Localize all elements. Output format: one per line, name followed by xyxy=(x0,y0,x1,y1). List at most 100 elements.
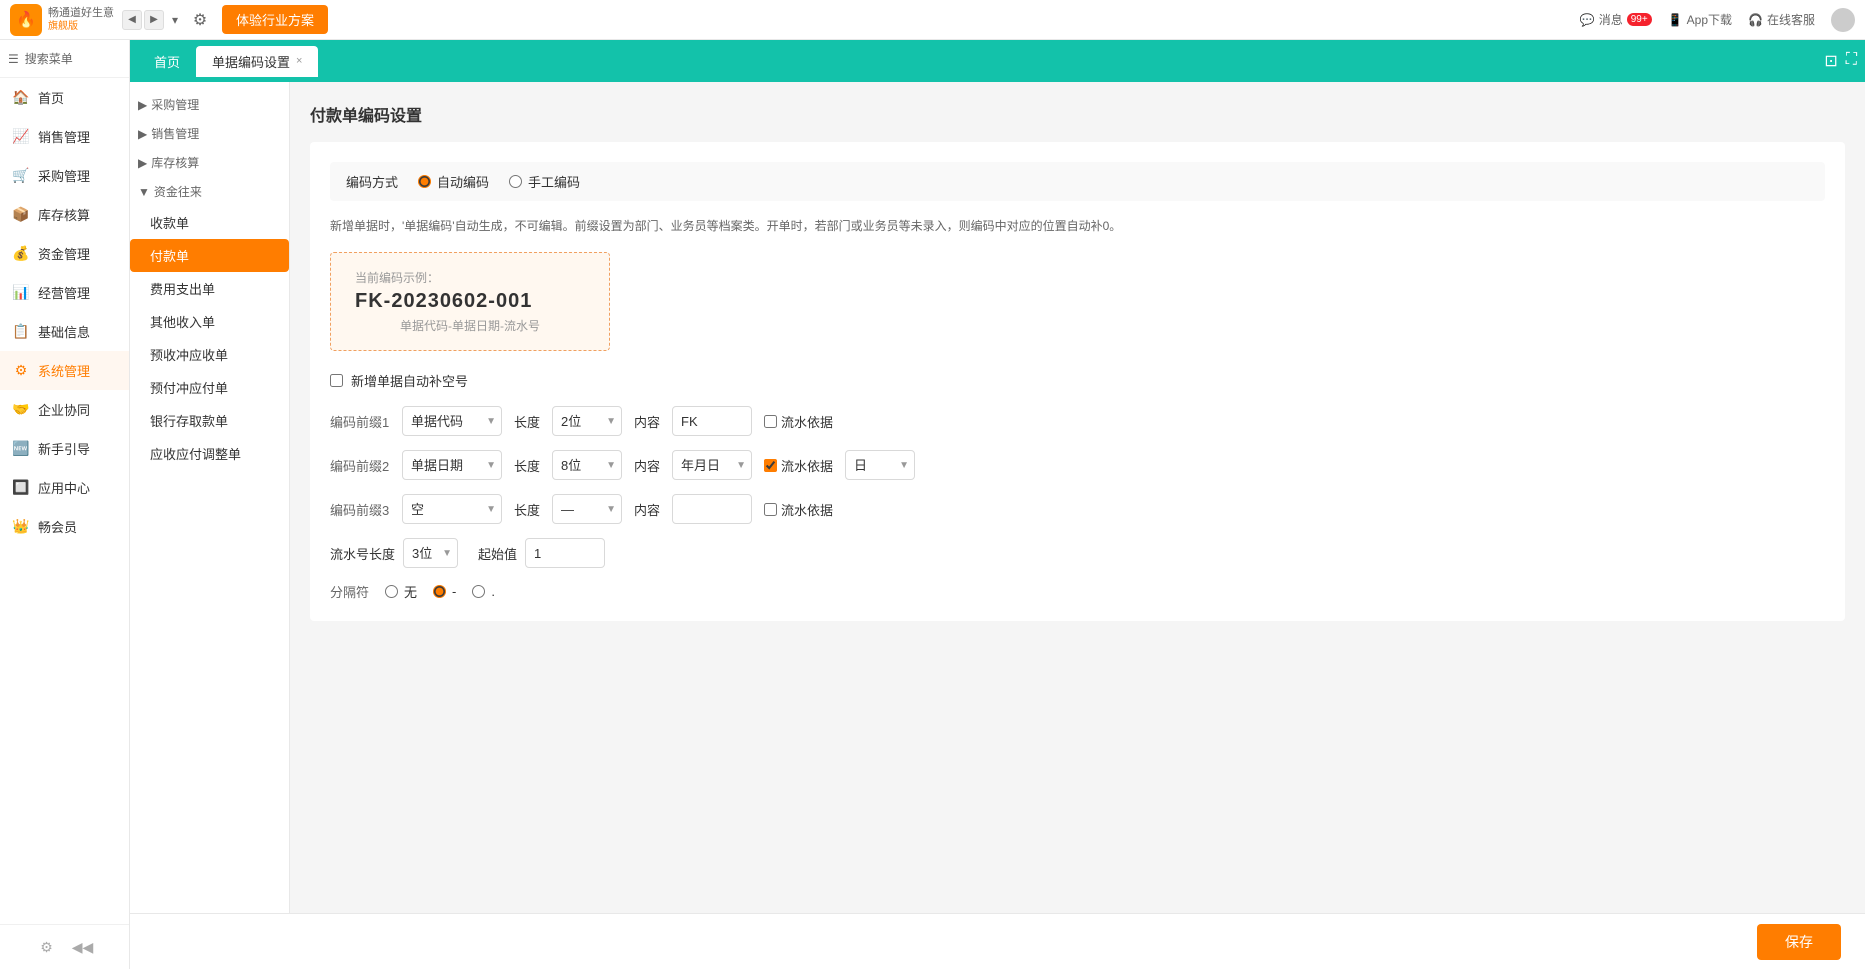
top-bar-left: 🔥 畅通道好生意 旗舰版 ◀ ▶ ▾ ⚙ 体验行业方案 xyxy=(10,4,328,36)
sub-group-capital[interactable]: ▼ 资金往来 xyxy=(130,177,289,206)
collapse-sidebar-btn[interactable]: ◀◀ xyxy=(69,933,97,961)
tab-active[interactable]: 单据编码设置 × xyxy=(196,46,318,77)
collab-icon: 🤝 xyxy=(12,401,30,419)
prefix1-serial-label: 流水依据 xyxy=(764,412,833,431)
online-service-item[interactable]: 🎧 在线客服 xyxy=(1748,11,1815,28)
brand: 🔥 畅通道好生意 旗舰版 xyxy=(10,4,114,36)
bottom-bar: 保存 xyxy=(130,913,1865,969)
sep-none-radio[interactable] xyxy=(385,585,398,598)
prefix2-select[interactable]: 单据日期 部门 业务员 xyxy=(402,450,502,480)
prefix3-select[interactable]: 空 单据代码 部门 xyxy=(402,494,502,524)
content-area: 首页 单据编码设置 × ⊡ ⛶ ▶ 采购管理 ▶ 销售管理 xyxy=(130,40,1865,969)
manual-code-radio[interactable] xyxy=(509,175,522,188)
save-button[interactable]: 保存 xyxy=(1757,924,1841,960)
sep-dot-option[interactable]: . xyxy=(472,584,495,599)
sidebar-item-system[interactable]: ⚙ 系统管理 xyxy=(0,351,129,390)
messages-badge: 99+ xyxy=(1627,13,1652,26)
manual-code-option[interactable]: 手工编码 xyxy=(509,172,580,191)
prefix1-length-select[interactable]: 2位 3位 4位 xyxy=(552,406,622,436)
auto-fill-checkbox[interactable] xyxy=(330,374,343,387)
separator-row: 分隔符 无 - . xyxy=(330,582,1825,601)
sub-nav-ar-adjust[interactable]: 应收应付调整单 xyxy=(130,437,289,470)
sidebar-item-member[interactable]: 👑 畅会员 xyxy=(0,507,129,546)
sub-nav-expense[interactable]: 费用支出单 xyxy=(130,272,289,305)
encoding-method-group: 编码方式 自动编码 手工编码 xyxy=(330,162,1825,201)
prefix1-serial-checkbox[interactable] xyxy=(764,415,777,428)
prefix1-content-input[interactable] xyxy=(672,406,752,436)
prefix1-select[interactable]: 单据代码 部门 业务员 xyxy=(402,406,502,436)
sep-dot-radio[interactable] xyxy=(472,585,485,598)
sub-nav-payment[interactable]: 付款单 xyxy=(130,239,289,272)
prefix2-length-label: 长度 xyxy=(514,456,540,475)
prefix3-serial-label: 流水依据 xyxy=(764,500,833,519)
tab-expand-icon[interactable]: ⊡ xyxy=(1824,51,1837,71)
sidebar-item-apps[interactable]: 🔲 应用中心 xyxy=(0,468,129,507)
start-value-input[interactable] xyxy=(525,538,605,568)
serial-length-select[interactable]: 3位 4位 5位 xyxy=(403,538,458,568)
prefix2-serial-label: 流水依据 xyxy=(764,456,833,475)
sub-nav-bank[interactable]: 银行存取款单 xyxy=(130,404,289,437)
tab-close-icon[interactable]: × xyxy=(296,55,302,67)
prefix2-serial-unit-select[interactable]: 日 月 年 xyxy=(845,450,915,480)
search-menu[interactable]: ☰ 搜索菜单 xyxy=(0,40,129,78)
tab-fullscreen-icon[interactable]: ⛶ xyxy=(1846,51,1857,71)
sidebar-item-inventory[interactable]: 📦 库存核算 xyxy=(0,195,129,234)
sub-group-purchase-arrow: ▶ xyxy=(138,98,147,112)
app-download-item[interactable]: 📱 App下载 xyxy=(1668,11,1732,28)
sep-dash-option[interactable]: - xyxy=(433,584,456,599)
prefix1-label: 编码前缀1 xyxy=(330,412,390,431)
main-content: 付款单编码设置 编码方式 自动编码 手工编码 xyxy=(290,82,1865,913)
sidebar: ☰ 搜索菜单 🏠 首页 📈 销售管理 🛒 采购管理 📦 库存核算 💰 资金管理 … xyxy=(0,40,130,969)
prefix3-label: 编码前缀3 xyxy=(330,500,390,519)
sub-nav-advance-recv[interactable]: 预收冲应收单 xyxy=(130,338,289,371)
sub-group-inventory[interactable]: ▶ 库存核算 xyxy=(130,148,289,177)
sep-none-option[interactable]: 无 xyxy=(385,582,417,601)
sub-group-sales[interactable]: ▶ 销售管理 xyxy=(130,119,289,148)
messages-item[interactable]: 💬 消息 99+ xyxy=(1580,11,1652,28)
prefix3-length-select[interactable]: — xyxy=(552,494,622,524)
sep-dash-radio[interactable] xyxy=(433,585,446,598)
sidebar-item-base[interactable]: 📋 基础信息 xyxy=(0,312,129,351)
prefix2-serial-checkbox[interactable] xyxy=(764,459,777,472)
brand-text: 畅通道好生意 旗舰版 xyxy=(48,6,114,33)
auto-code-option[interactable]: 自动编码 xyxy=(418,172,489,191)
nav-arrows: ◀ ▶ xyxy=(122,10,164,30)
top-bar: 🔥 畅通道好生意 旗舰版 ◀ ▶ ▾ ⚙ 体验行业方案 💬 消息 99+ 📱 A… xyxy=(0,0,1865,40)
gear-button[interactable]: ⚙ xyxy=(186,6,214,34)
preview-desc: 单据代码-单据日期-流水号 xyxy=(355,317,585,334)
user-avatar[interactable] xyxy=(1831,8,1855,32)
sub-group-purchase[interactable]: ▶ 采购管理 xyxy=(130,90,289,119)
tab-home[interactable]: 首页 xyxy=(138,46,196,77)
prefix3-length-wrapper: — ▼ xyxy=(552,494,622,524)
guide-icon: 🆕 xyxy=(12,440,30,458)
prefix2-length-select[interactable]: 6位 8位 10位 xyxy=(552,450,622,480)
prefix1-length-label: 长度 xyxy=(514,412,540,431)
sub-nav-receipt[interactable]: 收款单 xyxy=(130,206,289,239)
sidebar-item-sales[interactable]: 📈 销售管理 xyxy=(0,117,129,156)
prefix2-content-select[interactable]: 年月日 年月 年 xyxy=(672,450,752,480)
sidebar-item-collab[interactable]: 🤝 企业协同 xyxy=(0,390,129,429)
nav-forward[interactable]: ▶ xyxy=(144,10,164,30)
sidebar-item-purchase[interactable]: 🛒 采购管理 xyxy=(0,156,129,195)
prefix3-serial-checkbox[interactable] xyxy=(764,503,777,516)
sub-nav-advance-pay[interactable]: 预付冲应付单 xyxy=(130,371,289,404)
sidebar-item-finance[interactable]: 💰 资金管理 xyxy=(0,234,129,273)
prefix2-content-label: 内容 xyxy=(634,456,660,475)
prefix2-serial-unit-wrapper: 日 月 年 ▼ xyxy=(845,450,915,480)
sidebar-item-home[interactable]: 🏠 首页 xyxy=(0,78,129,117)
prefix3-content-input[interactable] xyxy=(672,494,752,524)
serial-length-item: 流水号长度 3位 4位 5位 ▼ xyxy=(330,538,458,568)
prefix1-content-label: 内容 xyxy=(634,412,660,431)
prefix3-select-wrapper: 空 单据代码 部门 ▼ xyxy=(402,494,502,524)
nav-dropdown-icon[interactable]: ▾ xyxy=(172,13,178,27)
prefix2-length-wrapper: 6位 8位 10位 ▼ xyxy=(552,450,622,480)
nav-back[interactable]: ◀ xyxy=(122,10,142,30)
settings-bottom-btn[interactable]: ⚙ xyxy=(33,933,61,961)
sidebar-item-business[interactable]: 📊 经营管理 xyxy=(0,273,129,312)
prefix1-select-wrapper: 单据代码 部门 业务员 ▼ xyxy=(402,406,502,436)
sub-nav-other-income[interactable]: 其他收入单 xyxy=(130,305,289,338)
sidebar-item-guide[interactable]: 🆕 新手引导 xyxy=(0,429,129,468)
auto-code-radio[interactable] xyxy=(418,175,431,188)
trial-button[interactable]: 体验行业方案 xyxy=(222,5,328,34)
prefix2-label: 编码前缀2 xyxy=(330,456,390,475)
